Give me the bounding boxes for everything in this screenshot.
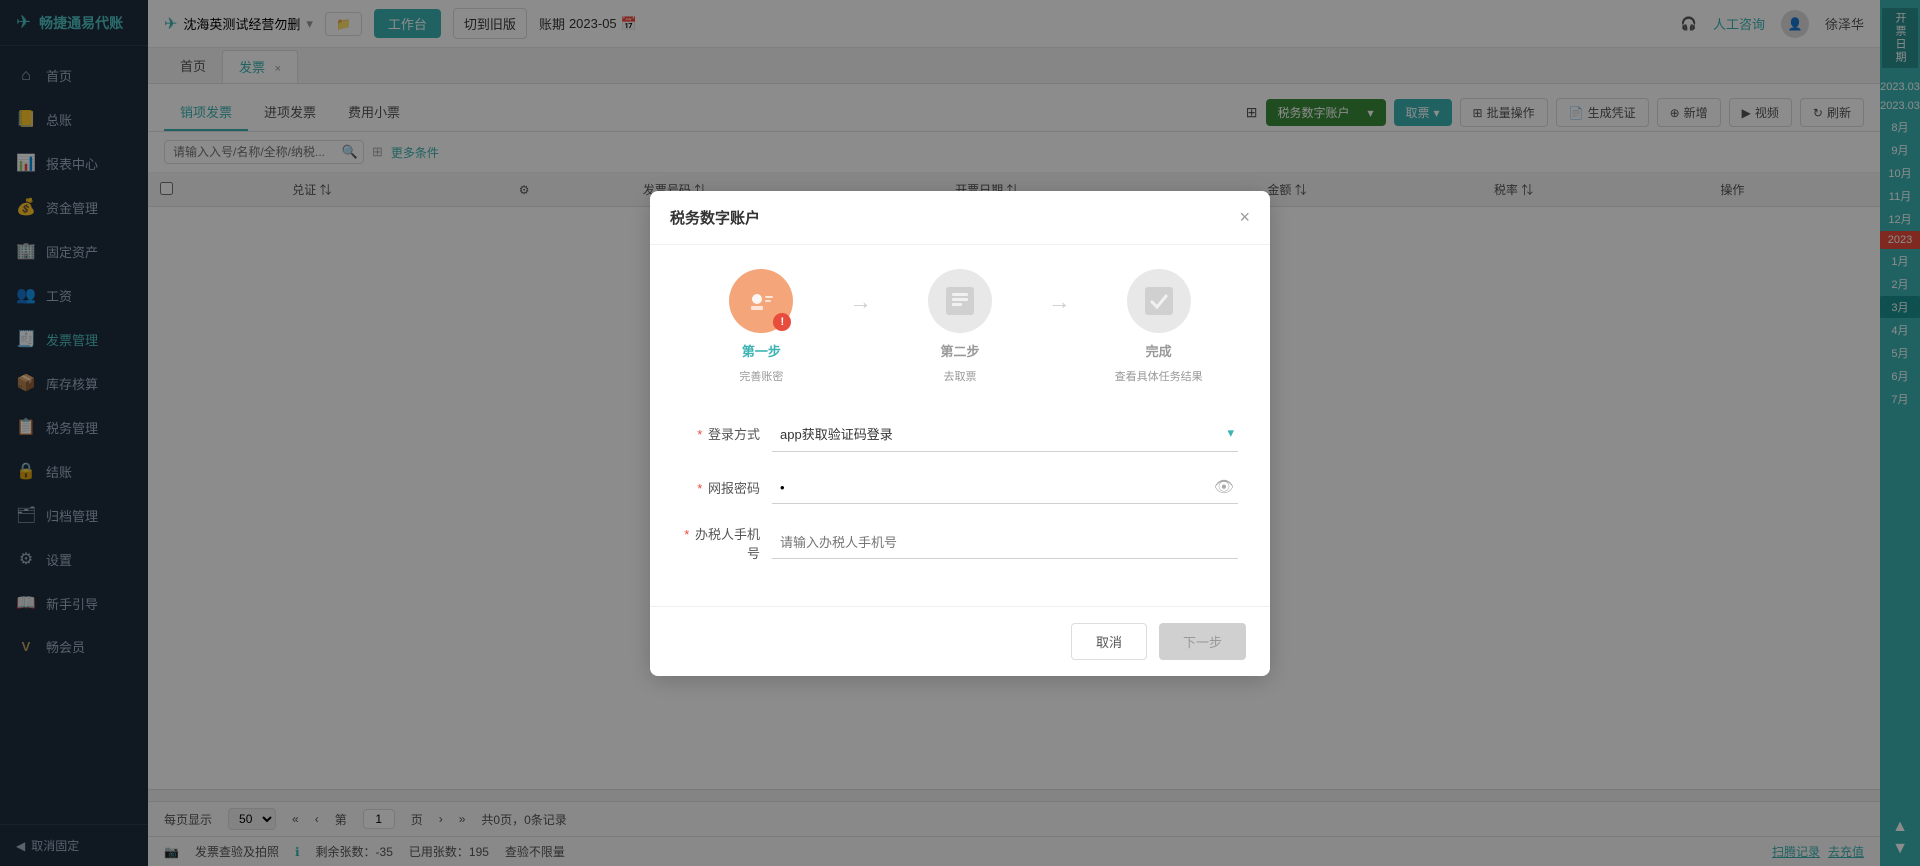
step-arrow-2: → (1039, 269, 1079, 315)
modal-header: 税务数字账户 × (650, 191, 1270, 245)
login-method-text: 登录方式 (708, 427, 760, 442)
step-3-icon-wrap (1127, 269, 1191, 333)
phone-text: 办税人手机号 (695, 527, 760, 561)
modal-title: 税务数字账户 (670, 207, 760, 228)
modal-footer: 取消 下一步 (650, 606, 1270, 676)
login-method-dropdown-icon: ▾ (1227, 425, 1238, 441)
phone-input[interactable] (772, 531, 1238, 554)
next-btn[interactable]: 下一步 (1159, 623, 1246, 660)
step-arrow-1: → (841, 269, 881, 315)
modal-close-btn[interactable]: × (1239, 207, 1250, 228)
modal-overlay: 税务数字账户 × (0, 0, 1920, 866)
modal-body: ! 第一步 完善账密 → (650, 245, 1270, 606)
step-1-svg (743, 283, 779, 319)
login-method-label: * 登录方式 (682, 424, 772, 443)
password-text: 网报密码 (708, 481, 760, 496)
required-mark-1: * (697, 427, 702, 442)
login-method-value: app获取验证码登录 (772, 420, 1227, 447)
step-2: 第二步 去取票 (881, 269, 1040, 384)
step-3-svg (1141, 283, 1177, 319)
step-3: 完成 查看具体任务结果 (1079, 269, 1238, 384)
cancel-btn[interactable]: 取消 (1071, 623, 1147, 660)
required-mark-3: * (684, 527, 689, 542)
steps-container: ! 第一步 完善账密 → (682, 269, 1238, 384)
phone-field: * 办税人手机号 (682, 524, 1238, 562)
step-2-desc: 去取票 (944, 368, 977, 384)
step-3-label: 完成 (1146, 341, 1172, 360)
step-1-label: 第一步 (742, 341, 781, 360)
step-2-icon-wrap (928, 269, 992, 333)
password-field: * 网报密码 👁 (682, 472, 1238, 504)
step-1-icon-wrap: ! (729, 269, 793, 333)
step-1-badge: ! (773, 313, 791, 331)
step-2-label: 第二步 (941, 341, 980, 360)
phone-field-wrap (772, 527, 1238, 559)
password-label: * 网报密码 (682, 478, 772, 497)
required-mark-2: * (697, 481, 702, 496)
password-input[interactable] (772, 476, 1214, 499)
step-2-svg (942, 283, 978, 319)
login-method-select-wrap[interactable]: app获取验证码登录 ▾ (772, 416, 1238, 452)
password-field-wrap: 👁 (772, 472, 1238, 504)
step-3-desc: 查看具体任务结果 (1115, 368, 1203, 384)
step-1: ! 第一步 完善账密 (682, 269, 841, 384)
badge-icon: ! (780, 316, 784, 328)
login-method-field: * 登录方式 app获取验证码登录 ▾ (682, 416, 1238, 452)
phone-label: * 办税人手机号 (682, 524, 772, 562)
eye-icon[interactable]: 👁 (1214, 477, 1238, 497)
step-1-desc: 完善账密 (739, 368, 783, 384)
tax-digital-modal: 税务数字账户 × (650, 191, 1270, 676)
